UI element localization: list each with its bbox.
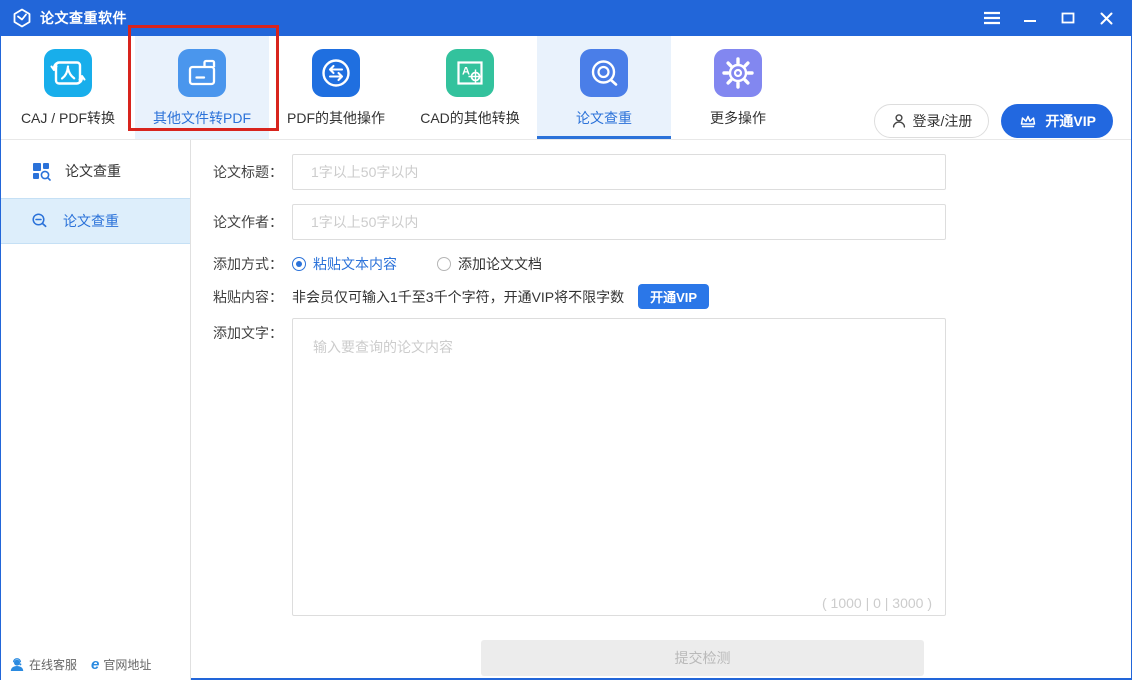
menu-icon[interactable] (977, 5, 1007, 31)
tab-label: PDF的其他操作 (287, 108, 385, 128)
gear-icon (714, 49, 762, 97)
swap-arrows-icon (312, 49, 360, 97)
tab-cad-convert[interactable]: A CAD的其他转换 (403, 36, 537, 139)
maximize-button[interactable] (1053, 5, 1083, 31)
sidebar-item-label: 论文查重 (63, 211, 119, 231)
caj-pdf-convert-icon (44, 49, 92, 97)
app-title: 论文查重软件 (40, 8, 127, 28)
open-vip-label: 开通VIP (1045, 111, 1096, 131)
paper-title-row: 论文标题： (191, 154, 1131, 190)
tab-label: CAJ / PDF转换 (21, 108, 115, 128)
svg-text:A: A (462, 66, 470, 78)
paper-author-row: 论文作者： (191, 204, 1131, 240)
grid-search-icon (31, 161, 51, 181)
paste-content-label: 粘贴内容： (191, 287, 283, 307)
tab-label: 论文查重 (576, 108, 632, 128)
paper-title-label: 论文标题： (191, 162, 283, 182)
sidebar-section-label: 论文查重 (65, 161, 121, 181)
login-register-label: 登录/注册 (913, 111, 973, 131)
login-register-button[interactable]: 登录/注册 (874, 104, 990, 138)
online-support-link[interactable]: 在线客服 (9, 656, 77, 673)
tab-label: 更多操作 (710, 108, 766, 128)
zoom-out-icon (31, 212, 49, 230)
sidebar-item-paper-check[interactable]: 论文查重 (1, 198, 190, 244)
radio-paste-text[interactable]: 粘贴文本内容 (292, 254, 397, 274)
ie-browser-icon: e (91, 657, 99, 672)
submit-check-button[interactable]: 提交检测 (481, 640, 924, 676)
cad-convert-icon: A (446, 49, 494, 97)
title-bar: 论文查重软件 (1, 0, 1131, 36)
sidebar-footer: 在线客服 e 官网地址 (9, 656, 165, 673)
sidebar-section-paper-check[interactable]: 论文查重 (1, 150, 190, 192)
open-vip-button[interactable]: 开通VIP (1001, 104, 1113, 138)
account-actions: 登录/注册 开通VIP (874, 104, 1113, 138)
close-button[interactable] (1091, 5, 1121, 31)
support-agent-icon (9, 657, 25, 673)
app-body: 论文查重 论文查重 (1, 140, 1131, 680)
user-icon (891, 113, 907, 129)
paper-title-input[interactable] (292, 154, 946, 190)
tab-paper-check[interactable]: 论文查重 (537, 36, 671, 139)
tab-pdf-operations[interactable]: PDF的其他操作 (269, 36, 403, 139)
tab-other-to-pdf[interactable]: 其他文件转PDF (135, 36, 269, 139)
paper-content-area: ( 1000 | 0 | 3000 ) (292, 318, 946, 621)
radio-selected-icon (292, 257, 306, 271)
paper-check-search-icon (580, 49, 628, 97)
add-text-row: 添加文字： ( 1000 | 0 | 3000 ) (191, 318, 1131, 621)
open-vip-small-button[interactable]: 开通VIP (638, 284, 709, 309)
tab-label: CAD的其他转换 (420, 108, 520, 128)
paper-check-form: 论文标题： 论文作者： 添加方式： 粘贴文本内容 添加论文文档 (191, 140, 1131, 680)
radio-unselected-icon (437, 257, 451, 271)
toolbar-tabs: CAJ / PDF转换 其他文件转PDF PDF的其他操作 (1, 36, 1131, 140)
radio-paste-text-label: 粘贴文本内容 (313, 254, 397, 274)
folder-to-pdf-icon (178, 49, 226, 97)
tab-more-operations[interactable]: 更多操作 (671, 36, 805, 139)
app-window: 论文查重软件 (0, 0, 1132, 680)
official-site-label: 官网地址 (103, 656, 151, 673)
add-method-options: 粘贴文本内容 添加论文文档 (292, 254, 582, 274)
vip-limit-note: 非会员仅可输入1千至3千个字符，开通VIP将不限字数 (292, 287, 624, 307)
add-method-label: 添加方式： (191, 254, 283, 274)
tab-caj-pdf-convert[interactable]: CAJ / PDF转换 (1, 36, 135, 139)
radio-add-document-label: 添加论文文档 (458, 254, 542, 274)
add-method-row: 添加方式： 粘贴文本内容 添加论文文档 (191, 254, 1131, 274)
paste-content-row: 粘贴内容： 非会员仅可输入1千至3千个字符，开通VIP将不限字数 开通VIP (191, 284, 1131, 309)
app-logo-icon (11, 7, 33, 29)
radio-add-document[interactable]: 添加论文文档 (437, 254, 542, 274)
sidebar: 论文查重 论文查重 (1, 140, 191, 680)
official-site-link[interactable]: e 官网地址 (91, 656, 151, 673)
crown-icon (1018, 113, 1038, 129)
paper-content-textarea[interactable] (292, 318, 946, 616)
paper-author-input[interactable] (292, 204, 946, 240)
add-text-label: 添加文字： (191, 318, 283, 621)
paper-author-label: 论文作者： (191, 212, 283, 232)
online-support-label: 在线客服 (29, 656, 77, 673)
tab-label: 其他文件转PDF (153, 108, 251, 128)
minimize-button[interactable] (1015, 5, 1045, 31)
